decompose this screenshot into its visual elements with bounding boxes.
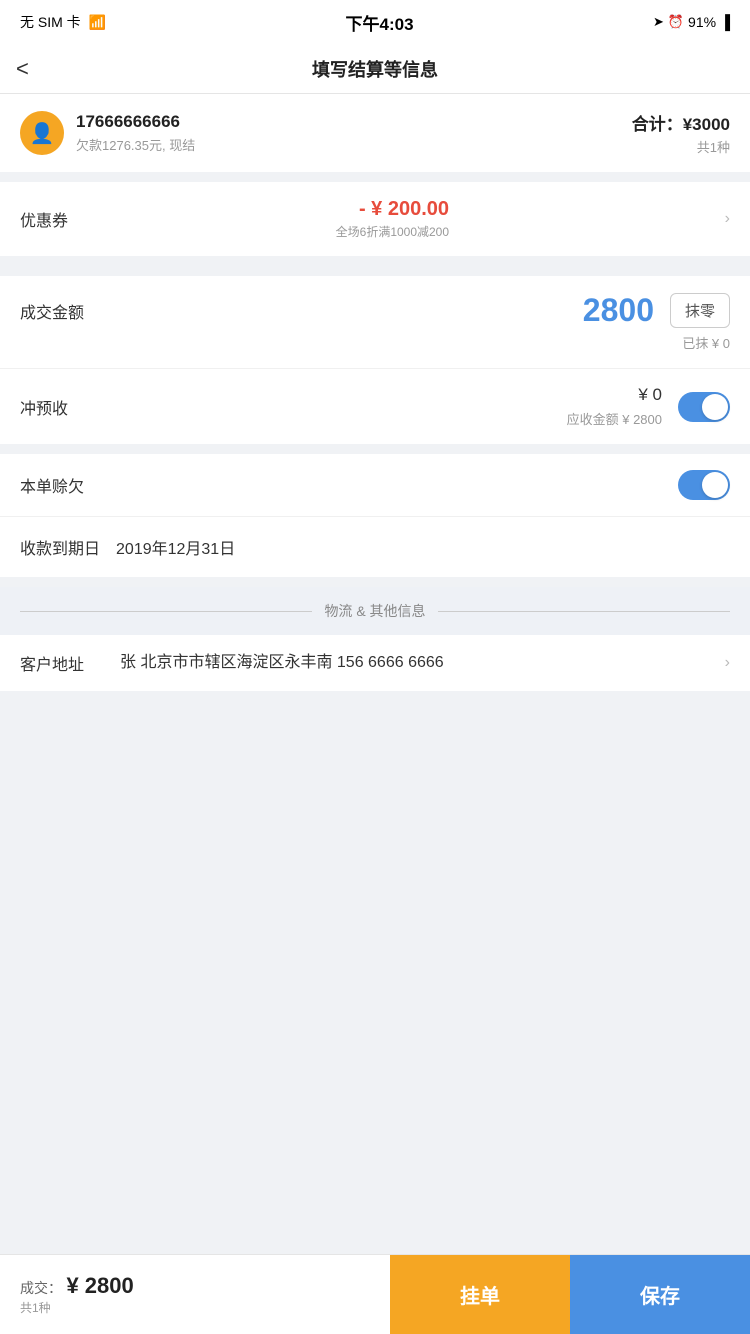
credit-row: 本单赊欠: [0, 454, 750, 516]
logistics-section-header: 物流 & 其他信息: [0, 587, 750, 635]
due-date-row: 收款到期日 2019年12月31日: [0, 516, 750, 577]
coupon-label: 优惠券: [20, 207, 68, 231]
coupon-card[interactable]: 优惠券 - ¥ 200.00 全场6折满1000减200 ›: [0, 182, 750, 256]
coupon-chevron-icon: ›: [725, 210, 730, 228]
rounding-button[interactable]: 抹零: [670, 293, 730, 328]
prepay-values: ¥ 0 应收金额 ¥ 2800: [567, 385, 662, 428]
prepay-sub: 应收金额 ¥ 2800: [567, 409, 662, 428]
status-bar: 无 SIM 卡 📶 下午4:03 ➤ ⏰ 91% ▐: [0, 0, 750, 44]
battery-icon: ▐: [720, 14, 730, 30]
location-icon: ➤: [653, 14, 664, 30]
due-label: 收款到期日: [20, 535, 100, 559]
amount-value: 2800: [583, 292, 654, 329]
prepay-toggle[interactable]: [678, 392, 730, 422]
section-header-text: 物流 & 其他信息: [324, 601, 425, 621]
alarm-icon: ⏰: [668, 14, 684, 30]
summary-count: 共1种: [20, 1299, 370, 1316]
credit-label: 本单赊欠: [20, 473, 84, 497]
nav-bar: < 填写结算等信息: [0, 44, 750, 94]
prepay-section: 冲预收 ¥ 0 应收金额 ¥ 2800: [0, 368, 750, 444]
avatar: 👤: [20, 111, 64, 155]
customer-right: 合计：¥3000 共1种: [632, 110, 730, 156]
bottom-filler: [0, 691, 750, 791]
bottom-bar: 成交： ¥ 2800 共1种 挂单 保存: [0, 1254, 750, 1334]
amount-sub: 已抹 ¥ 0: [20, 333, 730, 352]
status-left: 无 SIM 卡 📶: [20, 12, 106, 32]
customer-info: 17666666666 欠款1276.35元, 现结: [76, 112, 195, 154]
address-label: 客户地址: [20, 651, 100, 675]
customer-card: 👤 17666666666 欠款1276.35元, 现结 合计：¥3000 共1…: [0, 94, 750, 172]
address-chevron-icon: ›: [725, 654, 730, 672]
save-button[interactable]: 保存: [570, 1255, 750, 1334]
bottom-summary-line1: 成交： ¥ 2800: [20, 1273, 370, 1299]
total-value: 合计：¥3000: [632, 110, 730, 135]
hang-button[interactable]: 挂单: [390, 1255, 570, 1334]
coupon-right[interactable]: - ¥ 200.00 全场6折满1000减200: [336, 198, 449, 240]
amount-right: 2800 抹零: [583, 292, 730, 329]
total-count: 共1种: [632, 137, 730, 156]
coupon-row[interactable]: 优惠券 - ¥ 200.00 全场6折满1000减200 ›: [0, 182, 750, 256]
customer-phone: 17666666666: [76, 112, 195, 132]
divider-2: [0, 444, 750, 454]
header-line-right: [438, 611, 730, 612]
summary-amount: ¥ 2800: [66, 1273, 133, 1298]
battery-label: 91%: [688, 14, 716, 30]
divider-1: [0, 266, 750, 276]
content-scroll: 👤 17666666666 欠款1276.35元, 现结 合计：¥3000 共1…: [0, 94, 750, 1254]
address-value: 张 北京市市辖区海淀区永丰南 156 6666 6666: [120, 651, 705, 675]
due-date-value: 2019年12月31日: [116, 535, 235, 559]
prepay-value: ¥ 0: [638, 385, 662, 405]
customer-row: 👤 17666666666 欠款1276.35元, 现结 合计：¥3000 共1…: [20, 110, 730, 156]
page-title: 填写结算等信息: [312, 56, 438, 82]
divider-3: [0, 577, 750, 587]
coupon-desc: 全场6折满1000减200: [336, 223, 449, 240]
prepay-row: 冲预收 ¥ 0 应收金额 ¥ 2800: [0, 368, 750, 444]
address-row[interactable]: 客户地址 张 北京市市辖区海淀区永丰南 156 6666 6666 ›: [0, 635, 750, 691]
credit-toggle[interactable]: [678, 470, 730, 500]
back-icon: <: [16, 56, 29, 81]
status-time: 下午4:03: [346, 10, 414, 35]
credit-section: 本单赊欠 收款到期日 2019年12月31日: [0, 454, 750, 577]
coupon-discount: - ¥ 200.00: [336, 198, 449, 221]
prepay-label: 冲预收: [20, 395, 68, 419]
bottom-summary: 成交： ¥ 2800 共1种: [0, 1273, 390, 1316]
prepay-right: ¥ 0 应收金额 ¥ 2800: [567, 385, 730, 428]
customer-left: 👤 17666666666 欠款1276.35元, 现结: [20, 111, 195, 155]
wifi-icon: 📶: [89, 14, 106, 31]
back-button[interactable]: <: [16, 56, 29, 82]
avatar-icon: 👤: [30, 121, 55, 146]
status-right: ➤ ⏰ 91% ▐: [653, 14, 730, 30]
summary-label: 成交：: [20, 1280, 62, 1296]
customer-sub: 欠款1276.35元, 现结: [76, 135, 195, 154]
amount-row: 成交金额 2800 抹零: [20, 292, 730, 329]
amount-label: 成交金额: [20, 299, 84, 323]
amount-section: 成交金额 2800 抹零 已抹 ¥ 0: [0, 276, 750, 368]
no-sim-label: 无 SIM 卡: [20, 12, 81, 32]
header-line-left: [20, 611, 312, 612]
